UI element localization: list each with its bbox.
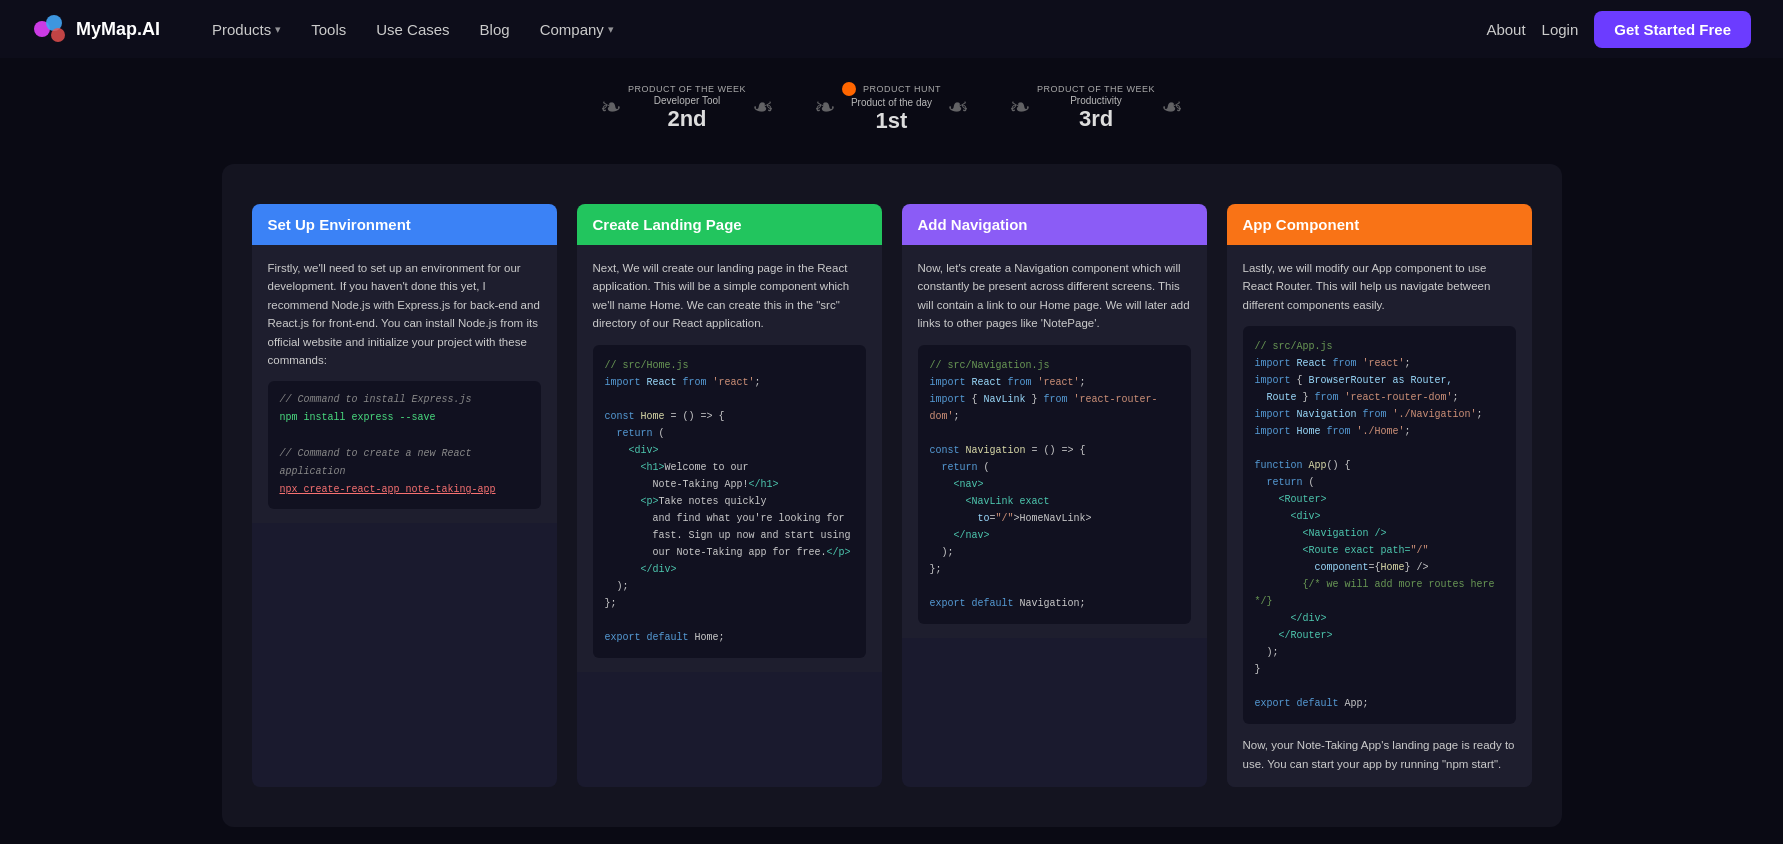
card-landing: Create Landing Page Next, We will create…	[577, 204, 882, 787]
card-appcomponent-code: // src/App.js import React from 'react';…	[1243, 326, 1516, 724]
card-setup: Set Up Environment Firstly, we'll need t…	[252, 204, 557, 787]
card-setup-code: // Command to install Express.js npm ins…	[268, 381, 541, 509]
nav-login-link[interactable]: Login	[1542, 21, 1579, 38]
card-appcomponent-body: Lastly, we will modify our App component…	[1227, 245, 1532, 787]
card-setup-desc: Firstly, we'll need to set up an environ…	[268, 259, 541, 369]
card-setup-header: Set Up Environment	[252, 204, 557, 245]
nav-usecases[interactable]: Use Cases	[364, 15, 461, 44]
chevron-down-icon: ▾	[608, 23, 614, 36]
award-product-of-day: ❧ Product Hunt Product of the day 1st ❧	[814, 82, 969, 132]
code-line: npm install express --save	[280, 409, 529, 427]
logo[interactable]: MyMap.AI	[32, 11, 160, 47]
cards-wrapper: Set Up Environment Firstly, we'll need t…	[222, 164, 1562, 827]
card-appcomponent-desc: Lastly, we will modify our App component…	[1243, 259, 1516, 314]
card-navigation-code: // src/Navigation.js import React from '…	[918, 345, 1191, 624]
card-navigation-desc: Now, let's create a Navigation component…	[918, 259, 1191, 333]
nav-right: About Login Get Started Free	[1486, 11, 1751, 48]
award-developer-tool: ❧ Product Of The Week Developer Tool 2nd…	[600, 84, 774, 130]
card-landing-desc: Next, We will create our landing page in…	[593, 259, 866, 333]
card-appcomponent-footer: Now, your Note-Taking App's landing page…	[1243, 736, 1516, 773]
chevron-down-icon: ▾	[275, 23, 281, 36]
card-navigation-body: Now, let's create a Navigation component…	[902, 245, 1207, 638]
wreath-left-icon: ❧	[814, 92, 836, 123]
card-landing-body: Next, We will create our landing page in…	[577, 245, 882, 672]
nav-company[interactable]: Company ▾	[528, 15, 626, 44]
award-productivity: ❧ Product Of The Week Productivity 3rd ❧	[1009, 84, 1183, 130]
nav-tools[interactable]: Tools	[299, 15, 358, 44]
navbar: MyMap.AI Products ▾ Tools Use Cases Blog…	[0, 0, 1783, 58]
code-line: // Command to install Express.js	[280, 391, 529, 409]
producthunt-icon	[842, 82, 856, 96]
main-content: Set Up Environment Firstly, we'll need t…	[0, 164, 1783, 844]
get-started-button[interactable]: Get Started Free	[1594, 11, 1751, 48]
code-line: npx create-react-app note-taking-app	[280, 481, 529, 499]
awards-section: ❧ Product Of The Week Developer Tool 2nd…	[0, 58, 1783, 164]
card-landing-header: Create Landing Page	[577, 204, 882, 245]
card-navigation-header: Add Navigation	[902, 204, 1207, 245]
card-appcomponent-header: App Component	[1227, 204, 1532, 245]
card-landing-code: // src/Home.js import React from 'react'…	[593, 345, 866, 658]
wreath-left-icon: ❧	[600, 92, 622, 123]
wreath-right-icon: ❧	[947, 92, 969, 123]
logo-icon	[32, 11, 68, 47]
svg-point-2	[51, 28, 65, 42]
wreath-right-icon: ❧	[1161, 92, 1183, 123]
nav-products[interactable]: Products ▾	[200, 15, 293, 44]
card-appcomponent: App Component Lastly, we will modify our…	[1227, 204, 1532, 787]
nav-blog[interactable]: Blog	[468, 15, 522, 44]
card-navigation: Add Navigation Now, let's create a Navig…	[902, 204, 1207, 787]
card-setup-body: Firstly, we'll need to set up an environ…	[252, 245, 557, 523]
wreath-right-icon: ❧	[752, 92, 774, 123]
nav-about-link[interactable]: About	[1486, 21, 1525, 38]
nav-links: Products ▾ Tools Use Cases Blog Company …	[200, 15, 1486, 44]
code-line: // Command to create a new React applica…	[280, 445, 529, 481]
logo-text: MyMap.AI	[76, 19, 160, 40]
wreath-left-icon: ❧	[1009, 92, 1031, 123]
